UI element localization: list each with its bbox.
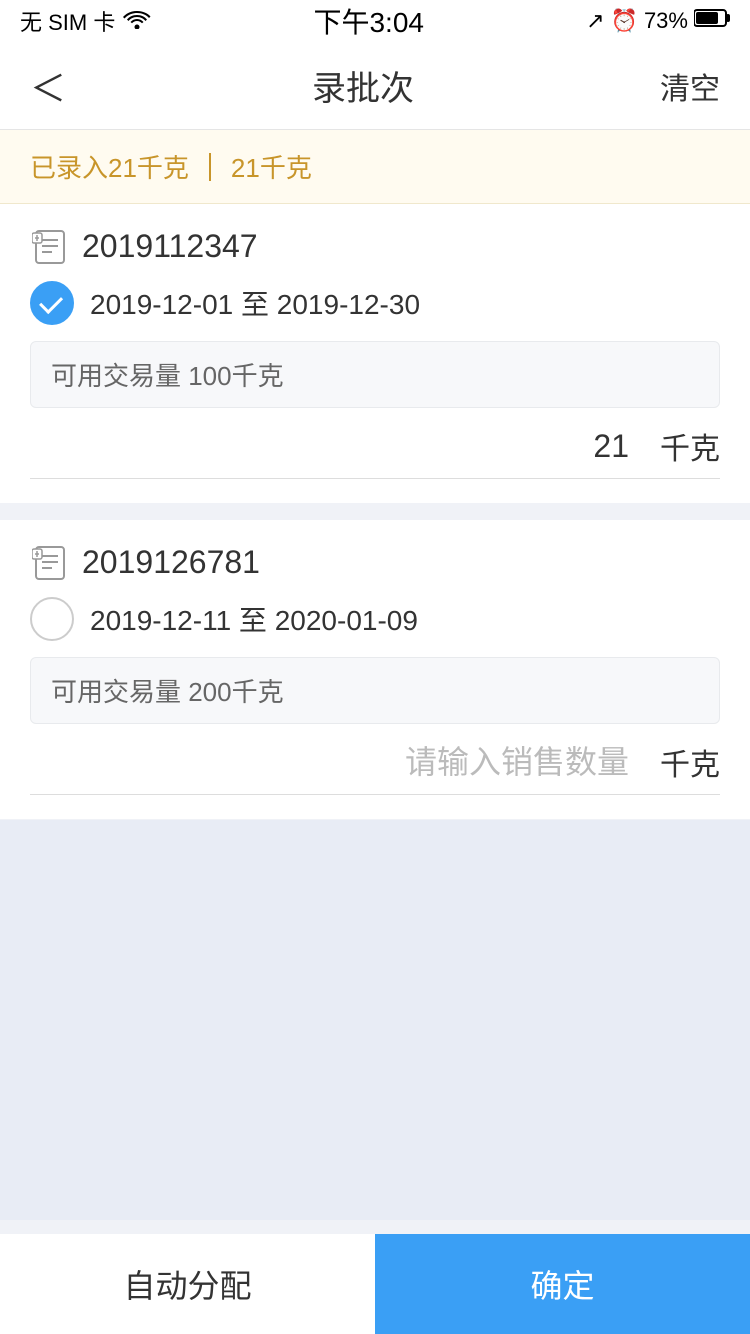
batch-date-2: 2019-12-11 至 2020-01-09 [90, 599, 418, 639]
sim-label: 无 SIM 卡 [20, 5, 115, 37]
radio-2[interactable] [30, 597, 74, 641]
doc-icon-1 [30, 229, 70, 265]
batch-date-row-1: 2019-12-01 至 2019-12-30 [30, 281, 720, 325]
alarm-icon: ⏰ [611, 8, 638, 34]
content-area [0, 820, 750, 1220]
clear-button[interactable]: 清空 [660, 64, 720, 108]
info-banner: 已录入21千克 21千克 [0, 130, 750, 204]
bottom-bar: 自动分配 确定 [0, 1234, 750, 1334]
status-right: ↗ ⏰ 73% [586, 8, 730, 34]
batch-number-2: 2019126781 [82, 544, 260, 581]
nav-bar: ＜ 录批次 清空 [0, 42, 750, 130]
batch-input-2[interactable] [30, 744, 644, 781]
battery-icon [694, 8, 730, 34]
recorded-label: 已录入21千克 [30, 148, 189, 185]
batch-volume-1: 可用交易量 100千克 [30, 341, 720, 408]
doc-icon-2 [30, 545, 70, 581]
auto-distribute-button[interactable]: 自动分配 [0, 1234, 375, 1334]
batch-header-2: 2019126781 [30, 544, 720, 581]
status-bar: 无 SIM 卡 下午3:04 ↗ ⏰ 73% [0, 0, 750, 42]
back-button[interactable]: ＜ [30, 60, 66, 112]
batch-item-2: 2019126781 2019-12-11 至 2020-01-09 可用交易量… [0, 520, 750, 820]
batch-input-row-2: 千克 [30, 740, 720, 795]
status-time: 下午3:04 [313, 1, 424, 41]
batch-number-1: 2019112347 [82, 228, 258, 265]
batch-unit-2: 千克 [660, 740, 720, 784]
recorded-value: 21千克 [231, 148, 312, 185]
info-divider [209, 153, 211, 181]
status-left: 无 SIM 卡 [20, 5, 151, 37]
batch-input-row-1: 千克 [30, 424, 720, 479]
batch-date-1: 2019-12-01 至 2019-12-30 [90, 283, 420, 323]
radio-1[interactable] [30, 281, 74, 325]
item-separator [0, 504, 750, 520]
batch-input-1[interactable] [30, 428, 644, 465]
batch-unit-1: 千克 [660, 424, 720, 468]
batch-volume-2: 可用交易量 200千克 [30, 657, 720, 724]
page-title: 录批次 [312, 61, 414, 110]
batch-date-row-2: 2019-12-11 至 2020-01-09 [30, 597, 720, 641]
location-icon: ↗ [586, 8, 604, 34]
batch-header-1: 2019112347 [30, 228, 720, 265]
battery-label: 73% [644, 8, 688, 34]
batch-item-1: 2019112347 2019-12-01 至 2019-12-30 可用交易量… [0, 204, 750, 504]
confirm-button[interactable]: 确定 [375, 1234, 750, 1334]
wifi-icon [123, 7, 151, 35]
